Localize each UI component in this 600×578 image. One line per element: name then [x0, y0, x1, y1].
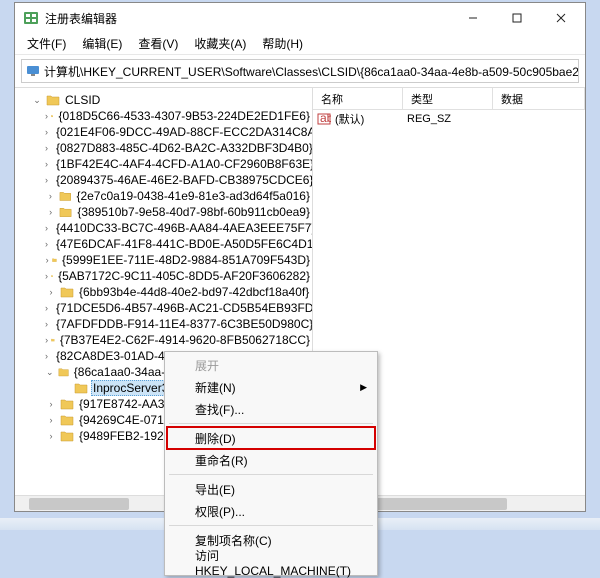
tree-item[interactable]: › {7AFDFDDB-F914-11E4-8377-6C3BE50D980C} [15, 316, 312, 332]
list-header: 名称 类型 数据 [313, 88, 585, 110]
tree-item[interactable]: › {4410DC33-BC7C-496B-AA84-4AEA3EEE75F7} [15, 220, 312, 236]
menu-view[interactable]: 查看(V) [132, 33, 184, 54]
tree-item[interactable]: › {1BF42E4C-4AF4-4CFD-A1A0-CF2960B8F63E} [15, 156, 312, 172]
tree-label: CLSID [63, 93, 102, 107]
ctx-expand: 展开 [167, 354, 375, 376]
computer-icon [26, 64, 40, 78]
tree-label: {71DCE5D6-4B57-496B-AC21-CD5B54EB93FD} [54, 301, 313, 315]
submenu-arrow-icon: ▶ [360, 382, 367, 393]
chevron-right-icon[interactable]: › [45, 399, 57, 409]
tree-label: {1BF42E4C-4AF4-4CFD-A1A0-CF2960B8F63E} [54, 157, 313, 171]
chevron-right-icon[interactable]: › [45, 175, 48, 185]
chevron-right-icon[interactable]: › [45, 351, 48, 361]
tree-item[interactable]: › {018D5C66-4533-4307-9B53-224DE2ED1FE6} [15, 108, 312, 124]
window-title: 注册表编辑器 [45, 10, 451, 27]
chevron-down-icon[interactable]: ⌄ [31, 95, 43, 106]
tree-label: {7AFDFDDB-F914-11E4-8377-6C3BE50D980C} [54, 317, 313, 331]
chevron-right-icon[interactable]: › [45, 143, 48, 153]
tree-item[interactable]: › {0827D883-485C-4D62-BA2C-A332DBF3D4B0} [15, 140, 312, 156]
chevron-down-icon[interactable]: ⌄ [45, 367, 55, 378]
chevron-right-icon[interactable]: › [45, 207, 56, 217]
menu-file[interactable]: 文件(F) [21, 33, 72, 54]
chevron-right-icon[interactable]: › [45, 431, 57, 441]
tree-label: {021E4F06-9DCC-49AD-88CF-ECC2DA314C8A} [54, 125, 313, 139]
context-menu: 展开 新建(N)▶ 查找(F)... 删除(D) 重命名(R) 导出(E) 权限… [164, 351, 378, 576]
regedit-app-icon [23, 10, 39, 26]
ctx-find[interactable]: 查找(F)... [167, 398, 375, 420]
ctx-export[interactable]: 导出(E) [167, 478, 375, 500]
tree-label: {5AB7172C-9C11-405C-8DD5-AF20F3606282} [56, 269, 312, 283]
ctx-separator [169, 474, 373, 475]
ctx-separator [169, 423, 373, 424]
string-value-icon: ab [317, 112, 331, 126]
tree-item[interactable]: › {20894375-46AE-46E2-BAFD-CB38975CDCE6} [15, 172, 312, 188]
chevron-right-icon[interactable]: › [45, 127, 48, 137]
svg-text:ab: ab [320, 112, 331, 125]
tree-label: {5999E1EE-711E-48D2-9884-851A709F543D} [60, 253, 312, 267]
chevron-right-icon[interactable]: › [45, 255, 49, 265]
address-bar[interactable]: 计算机\HKEY_CURRENT_USER\Software\Classes\C… [21, 59, 579, 83]
ctx-permissions[interactable]: 权限(P)... [167, 500, 375, 522]
tree-label: {20894375-46AE-46E2-BAFD-CB38975CDCE6} [54, 173, 313, 187]
tree-label: {7B37E4E2-C62F-4914-9620-8FB5062718CC} [58, 333, 312, 347]
chevron-right-icon[interactable]: › [45, 111, 48, 121]
col-type[interactable]: 类型 [403, 88, 493, 109]
tree-label: {6bb93b4e-44d8-40e2-bd97-42dbcf18a40f} [77, 285, 311, 299]
tree-item[interactable]: › {6bb93b4e-44d8-40e2-bd97-42dbcf18a40f} [15, 284, 312, 300]
list-row-default[interactable]: ab (默认) REG_SZ [313, 110, 585, 128]
chevron-right-icon[interactable]: › [45, 223, 48, 233]
tree-item[interactable]: › {47E6DCAF-41F8-441C-BD0E-A50D5FE6C4D1} [15, 236, 312, 252]
tree-item[interactable]: › {5999E1EE-711E-48D2-9884-851A709F543D} [15, 252, 312, 268]
tree-item[interactable]: › {021E4F06-9DCC-49AD-88CF-ECC2DA314C8A} [15, 124, 312, 140]
chevron-right-icon[interactable]: › [45, 191, 56, 201]
menu-favorites[interactable]: 收藏夹(A) [188, 33, 252, 54]
tree-item[interactable]: › {5AB7172C-9C11-405C-8DD5-AF20F3606282} [15, 268, 312, 284]
chevron-right-icon[interactable]: › [45, 335, 48, 345]
col-name[interactable]: 名称 [313, 88, 403, 109]
chevron-right-icon[interactable]: › [45, 303, 48, 313]
menu-edit[interactable]: 编辑(E) [76, 33, 128, 54]
value-name: (默认) [335, 111, 407, 127]
tree-item[interactable]: › {71DCE5D6-4B57-496B-AC21-CD5B54EB93FD} [15, 300, 312, 316]
tree-label: {2e7c0a19-0438-41e9-81e3-ad3d64f5a016} [74, 189, 312, 203]
tree-label: {389510b7-9e58-40d7-98bf-60b911cb0ea9} [75, 205, 312, 219]
path-text: 计算机\HKEY_CURRENT_USER\Software\Classes\C… [44, 63, 579, 80]
ctx-separator [169, 525, 373, 526]
ctx-goto-hklm[interactable]: 访问 HKEY_LOCAL_MACHINE(T) [167, 551, 375, 573]
maximize-button[interactable] [495, 4, 539, 32]
col-data[interactable]: 数据 [493, 88, 585, 109]
close-button[interactable] [539, 4, 583, 32]
chevron-right-icon[interactable]: › [45, 319, 48, 329]
tree-label: {018D5C66-4533-4307-9B53-224DE2ED1FE6} [56, 109, 312, 123]
tree-item[interactable]: › {2e7c0a19-0438-41e9-81e3-ad3d64f5a016} [15, 188, 312, 204]
menubar: 文件(F) 编辑(E) 查看(V) 收藏夹(A) 帮助(H) [15, 33, 585, 55]
chevron-right-icon[interactable]: › [45, 415, 57, 425]
tree-item[interactable]: › {7B37E4E2-C62F-4914-9620-8FB5062718CC} [15, 332, 312, 348]
ctx-delete[interactable]: 删除(D) [167, 427, 375, 449]
tree-label: {0827D883-485C-4D62-BA2C-A332DBF3D4B0} [54, 141, 313, 155]
ctx-new[interactable]: 新建(N)▶ [167, 376, 375, 398]
ctx-rename[interactable]: 重命名(R) [167, 449, 375, 471]
chevron-right-icon[interactable]: › [45, 239, 48, 249]
tree-label: {47E6DCAF-41F8-441C-BD0E-A50D5FE6C4D1} [54, 237, 313, 251]
chevron-right-icon[interactable]: › [45, 159, 48, 169]
chevron-right-icon[interactable]: › [45, 271, 48, 281]
menu-help[interactable]: 帮助(H) [256, 33, 309, 54]
chevron-right-icon[interactable]: › [45, 287, 57, 297]
minimize-button[interactable] [451, 4, 495, 32]
value-type: REG_SZ [407, 113, 497, 125]
tree-item[interactable]: › {389510b7-9e58-40d7-98bf-60b911cb0ea9} [15, 204, 312, 220]
titlebar: 注册表编辑器 [15, 3, 585, 33]
tree-item[interactable]: ⌄ CLSID [15, 92, 312, 108]
tree-label: {4410DC33-BC7C-496B-AA84-4AEA3EEE75F7} [54, 221, 313, 235]
